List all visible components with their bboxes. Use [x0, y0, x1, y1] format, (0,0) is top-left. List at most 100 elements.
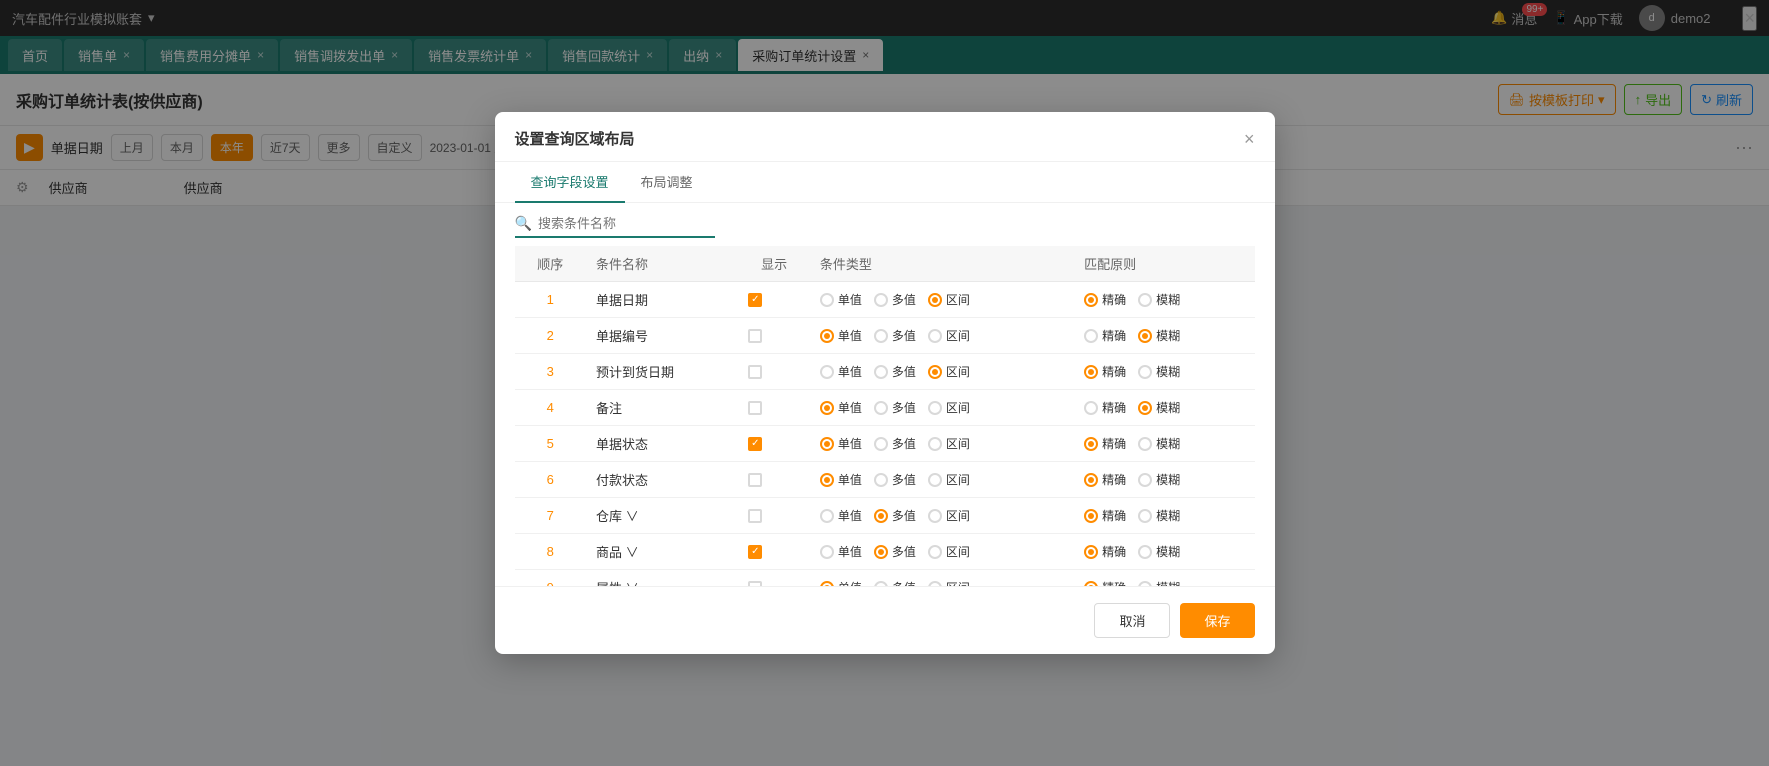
- match-radio-模糊[interactable]: 模糊: [1138, 399, 1180, 416]
- radio-label: 精确: [1102, 399, 1126, 416]
- radio-circle: [1138, 545, 1152, 559]
- match-radio-精确[interactable]: 精确: [1084, 471, 1126, 488]
- table-row: 4备注单值多值区间精确模糊: [515, 390, 1255, 426]
- type-radio-区间[interactable]: 区间: [928, 435, 970, 452]
- radio-circle: [820, 473, 834, 487]
- radio-label: 模糊: [1156, 327, 1180, 344]
- type-radio-多值[interactable]: 多值: [874, 435, 916, 452]
- type-radio-多值[interactable]: 多值: [874, 399, 916, 416]
- type-radio-区间[interactable]: 区间: [928, 291, 970, 308]
- cancel-btn[interactable]: 取消: [1094, 603, 1170, 638]
- type-radio-多值[interactable]: 多值: [874, 327, 916, 344]
- radio-circle: [820, 545, 834, 559]
- type-radio-区间[interactable]: 区间: [928, 471, 970, 488]
- type-radio-单值[interactable]: 单值: [820, 435, 862, 452]
- cell-name: 属性 ∨: [586, 570, 738, 587]
- match-radio-模糊[interactable]: 模糊: [1138, 471, 1180, 488]
- cell-show[interactable]: [738, 390, 810, 426]
- match-radio-模糊[interactable]: 模糊: [1138, 507, 1180, 524]
- radio-circle: [874, 437, 888, 451]
- type-radio-多值[interactable]: 多值: [874, 363, 916, 380]
- type-radio-多值[interactable]: 多值: [874, 291, 916, 308]
- dialog-tab-query-fields[interactable]: 查询字段设置: [515, 162, 625, 203]
- match-radio-精确[interactable]: 精确: [1084, 543, 1126, 560]
- show-checkbox[interactable]: [748, 365, 762, 379]
- type-radio-区间[interactable]: 区间: [928, 543, 970, 560]
- radio-circle: [1084, 329, 1098, 343]
- match-radio-精确[interactable]: 精确: [1084, 327, 1126, 344]
- radio-label: 单值: [838, 507, 862, 524]
- radio-circle: [928, 509, 942, 523]
- radio-label: 单值: [838, 435, 862, 452]
- match-radio-精确[interactable]: 精确: [1084, 399, 1126, 416]
- cell-show[interactable]: [738, 462, 810, 498]
- radio-label: 多值: [892, 471, 916, 488]
- search-input[interactable]: [538, 216, 698, 231]
- cell-order: 8: [515, 534, 587, 570]
- type-radio-区间[interactable]: 区间: [928, 363, 970, 380]
- match-radio-精确[interactable]: 精确: [1084, 291, 1126, 308]
- type-radio-单值[interactable]: 单值: [820, 363, 862, 380]
- cell-name: 预计到货日期: [586, 354, 738, 390]
- type-radio-单值[interactable]: 单值: [820, 471, 862, 488]
- type-radio-多值[interactable]: 多值: [874, 507, 916, 524]
- type-radio-单值[interactable]: 单值: [820, 399, 862, 416]
- cell-show[interactable]: [738, 534, 810, 570]
- dialog-tab-layout[interactable]: 布局调整: [625, 162, 709, 203]
- type-radio-多值[interactable]: 多值: [874, 471, 916, 488]
- cell-match: 精确模糊: [1074, 498, 1254, 534]
- radio-circle: [928, 545, 942, 559]
- type-radio-单值[interactable]: 单值: [820, 291, 862, 308]
- show-checkbox[interactable]: [748, 329, 762, 343]
- show-checkbox[interactable]: [748, 293, 762, 307]
- cell-show[interactable]: [738, 354, 810, 390]
- dialog-close-btn[interactable]: ×: [1244, 130, 1255, 148]
- type-radio-多值[interactable]: 多值: [874, 543, 916, 560]
- show-checkbox[interactable]: [748, 437, 762, 451]
- match-radio-模糊[interactable]: 模糊: [1138, 327, 1180, 344]
- cell-show[interactable]: [738, 570, 810, 587]
- radio-label: 区间: [946, 471, 970, 488]
- cell-name: 付款状态: [586, 462, 738, 498]
- radio-label: 模糊: [1156, 435, 1180, 452]
- match-radio-精确[interactable]: 精确: [1084, 363, 1126, 380]
- type-radio-多值[interactable]: 多值: [874, 579, 916, 586]
- type-radio-单值[interactable]: 单值: [820, 579, 862, 586]
- th-name: 条件名称: [586, 246, 738, 282]
- cell-show[interactable]: [738, 318, 810, 354]
- match-radio-模糊[interactable]: 模糊: [1138, 291, 1180, 308]
- match-radio-精确[interactable]: 精确: [1084, 579, 1126, 586]
- th-order: 顺序: [515, 246, 587, 282]
- type-radio-区间[interactable]: 区间: [928, 327, 970, 344]
- type-radio-区间[interactable]: 区间: [928, 579, 970, 586]
- show-checkbox[interactable]: [748, 401, 762, 415]
- match-radio-模糊[interactable]: 模糊: [1138, 579, 1180, 586]
- conditions-table: 顺序 条件名称 显示 条件类型 匹配原则 1单据日期单值多值区间精确模糊2单据编…: [515, 246, 1255, 586]
- radio-circle: [928, 293, 942, 307]
- match-radio-模糊[interactable]: 模糊: [1138, 543, 1180, 560]
- match-radio-模糊[interactable]: 模糊: [1138, 435, 1180, 452]
- match-radio-精确[interactable]: 精确: [1084, 507, 1126, 524]
- type-radio-区间[interactable]: 区间: [928, 399, 970, 416]
- radio-label: 区间: [946, 579, 970, 586]
- type-radio-单值[interactable]: 单值: [820, 327, 862, 344]
- cell-show[interactable]: [738, 426, 810, 462]
- save-btn[interactable]: 保存: [1180, 603, 1254, 638]
- match-radio-模糊[interactable]: 模糊: [1138, 363, 1180, 380]
- radio-circle: [820, 509, 834, 523]
- show-checkbox[interactable]: [748, 509, 762, 523]
- cell-order: 2: [515, 318, 587, 354]
- radio-circle: [1084, 545, 1098, 559]
- radio-label: 区间: [946, 291, 970, 308]
- cell-show[interactable]: [738, 282, 810, 318]
- table-row: 3预计到货日期单值多值区间精确模糊: [515, 354, 1255, 390]
- radio-label: 精确: [1102, 471, 1126, 488]
- type-radio-单值[interactable]: 单值: [820, 543, 862, 560]
- show-checkbox[interactable]: [748, 545, 762, 559]
- show-checkbox[interactable]: [748, 473, 762, 487]
- match-radio-精确[interactable]: 精确: [1084, 435, 1126, 452]
- radio-circle: [874, 545, 888, 559]
- type-radio-单值[interactable]: 单值: [820, 507, 862, 524]
- type-radio-区间[interactable]: 区间: [928, 507, 970, 524]
- cell-show[interactable]: [738, 498, 810, 534]
